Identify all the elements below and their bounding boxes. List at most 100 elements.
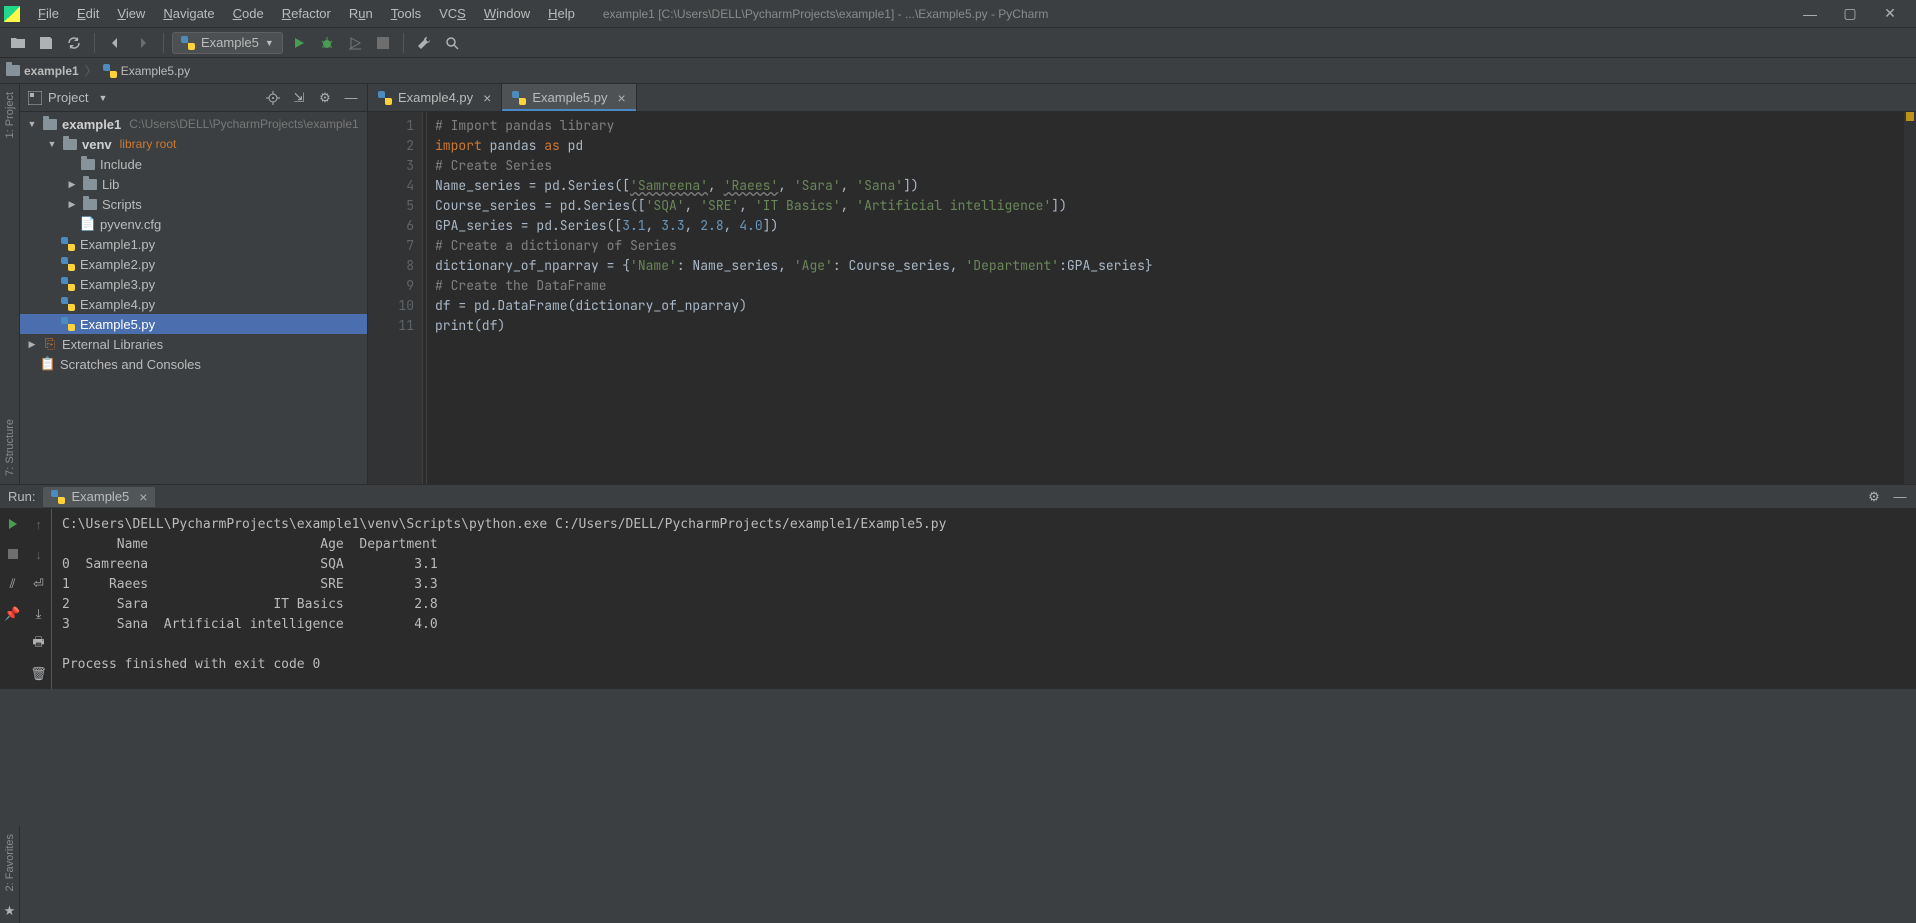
tab-example4[interactable]: Example4.py × [368, 84, 502, 111]
tree-include[interactable]: Include [20, 154, 367, 174]
breadcrumb-project[interactable]: example1 [6, 64, 79, 78]
star-icon[interactable]: ★ [4, 903, 16, 919]
rerun-button[interactable] [4, 515, 22, 533]
menu-code[interactable]: Code [225, 3, 272, 24]
tree-lib[interactable]: ▶Lib [20, 174, 367, 194]
python-icon [51, 490, 65, 504]
editor-tabs: Example4.py × Example5.py × [368, 84, 1916, 112]
python-icon [181, 36, 195, 50]
tree-file-5[interactable]: Example5.py [20, 314, 367, 334]
gutter-project[interactable]: 1: Project [4, 88, 16, 142]
python-icon [103, 64, 117, 78]
run-tab[interactable]: Example5 × [43, 487, 155, 507]
folder-icon [83, 179, 97, 190]
gutter-favorites[interactable]: 2: Favorites [4, 830, 16, 895]
menu-navigate[interactable]: Navigate [155, 3, 222, 24]
maximize-button[interactable]: ▢ [1840, 4, 1860, 24]
folder-icon [83, 199, 97, 210]
folder-icon [43, 119, 57, 130]
validation-stripe[interactable] [1904, 112, 1916, 484]
warning-marker[interactable] [1906, 118, 1914, 121]
tree-file-2[interactable]: Example2.py [20, 254, 367, 274]
sync-button[interactable] [62, 31, 86, 55]
save-all-button[interactable] [34, 31, 58, 55]
restore-layout-button[interactable]: ⫽ [4, 575, 22, 593]
code-content[interactable]: # Import pandas libraryimport pandas as … [427, 112, 1904, 484]
debug-button[interactable] [315, 31, 339, 55]
stop-button[interactable] [4, 545, 22, 563]
run-toolbar-primary: ⫽ 📌 [0, 509, 26, 689]
close-tab-icon[interactable]: × [483, 90, 491, 106]
stop-button[interactable] [371, 31, 395, 55]
build-tools-button[interactable] [412, 31, 436, 55]
print-button[interactable]: 🖶 [30, 635, 48, 653]
nav-breadcrumb: example1 〉 Example5.py [0, 58, 1916, 84]
run-tool-window: Run: Example5 × ⚙ — ⫽ 📌 ↑ ↓ ⏎ ⤓ 🖶 🗑 C:\U… [0, 484, 1916, 689]
menu-view[interactable]: View [109, 3, 153, 24]
back-button[interactable] [103, 31, 127, 55]
console-output[interactable]: C:\Users\DELL\PycharmProjects\example1\v… [52, 509, 1916, 689]
run-config-selector[interactable]: Example5 ▼ [172, 32, 283, 54]
pin-button[interactable]: 📌 [4, 605, 22, 623]
settings-icon[interactable]: ⚙ [1866, 489, 1882, 505]
scroll-to-end-button[interactable]: ⤓ [30, 605, 48, 623]
project-tree[interactable]: ▼ example1 C:\Users\DELL\PycharmProjects… [20, 112, 367, 484]
scratch-icon: 📋 [40, 356, 56, 372]
tree-scripts[interactable]: ▶Scripts [20, 194, 367, 214]
menu-file[interactable]: File [30, 3, 67, 24]
tree-file-1[interactable]: Example1.py [20, 234, 367, 254]
close-tab-icon[interactable]: × [139, 489, 147, 505]
soft-wrap-button[interactable]: ⏎ [30, 575, 48, 593]
tree-venv[interactable]: ▼ venv library root [20, 134, 367, 154]
run-config-name: Example5 [201, 35, 259, 50]
dropdown-icon[interactable]: ▼ [98, 93, 107, 103]
hide-button[interactable]: — [343, 90, 359, 106]
python-icon [61, 277, 75, 291]
tab-example5[interactable]: Example5.py × [502, 84, 636, 111]
forward-button[interactable] [131, 31, 155, 55]
menu-vcs[interactable]: VCS [431, 3, 474, 24]
pycharm-logo-icon [4, 6, 20, 22]
library-icon: ⎘ [42, 336, 58, 352]
expand-all-button[interactable]: ⇲ [291, 90, 307, 106]
main-menu: File Edit View Navigate Code Refactor Ru… [30, 3, 583, 24]
tree-file-3[interactable]: Example3.py [20, 274, 367, 294]
run-toolbar-secondary: ↑ ↓ ⏎ ⤓ 🖶 🗑 [26, 509, 52, 689]
gutter-structure[interactable]: 7: Structure [4, 415, 16, 480]
breadcrumb-file[interactable]: Example5.py [103, 64, 190, 78]
menu-window[interactable]: Window [476, 3, 538, 24]
dropdown-icon: ▼ [265, 38, 274, 48]
folder-icon [63, 139, 77, 150]
code-editor[interactable]: 1234567891011 # Import pandas libraryimp… [368, 112, 1916, 484]
project-tool-window: Project ▼ ⇲ ⚙ — ▼ example1 C:\Users\DELL… [20, 84, 368, 484]
up-button[interactable]: ↑ [30, 515, 48, 533]
main-toolbar: Example5 ▼ [0, 28, 1916, 58]
tree-pyvenv[interactable]: 📄pyvenv.cfg [20, 214, 367, 234]
menu-run[interactable]: Run [341, 3, 381, 24]
close-button[interactable]: ✕ [1880, 4, 1900, 24]
menu-refactor[interactable]: Refactor [274, 3, 339, 24]
menu-edit[interactable]: Edit [69, 3, 107, 24]
open-button[interactable] [6, 31, 30, 55]
down-button[interactable]: ↓ [30, 545, 48, 563]
project-view-icon [28, 91, 42, 105]
tree-external-libs[interactable]: ▶⎘External Libraries [20, 334, 367, 354]
hide-button[interactable]: — [1892, 489, 1908, 505]
minimize-button[interactable]: — [1800, 4, 1820, 24]
locate-button[interactable] [265, 90, 281, 106]
tree-scratches[interactable]: 📋Scratches and Consoles [20, 354, 367, 374]
tree-file-4[interactable]: Example4.py [20, 294, 367, 314]
menu-tools[interactable]: Tools [383, 3, 429, 24]
panel-title: Project [48, 90, 88, 105]
editor: Example4.py × Example5.py × 123456789101… [368, 84, 1916, 484]
clear-button[interactable]: 🗑 [30, 665, 48, 683]
coverage-button[interactable] [343, 31, 367, 55]
tree-root[interactable]: ▼ example1 C:\Users\DELL\PycharmProjects… [20, 114, 367, 134]
python-icon [378, 91, 392, 105]
search-everywhere-button[interactable] [440, 31, 464, 55]
settings-icon[interactable]: ⚙ [317, 90, 333, 106]
close-tab-icon[interactable]: × [618, 90, 626, 106]
run-label: Run: [8, 489, 35, 504]
run-button[interactable] [287, 31, 311, 55]
menu-help[interactable]: Help [540, 3, 583, 24]
